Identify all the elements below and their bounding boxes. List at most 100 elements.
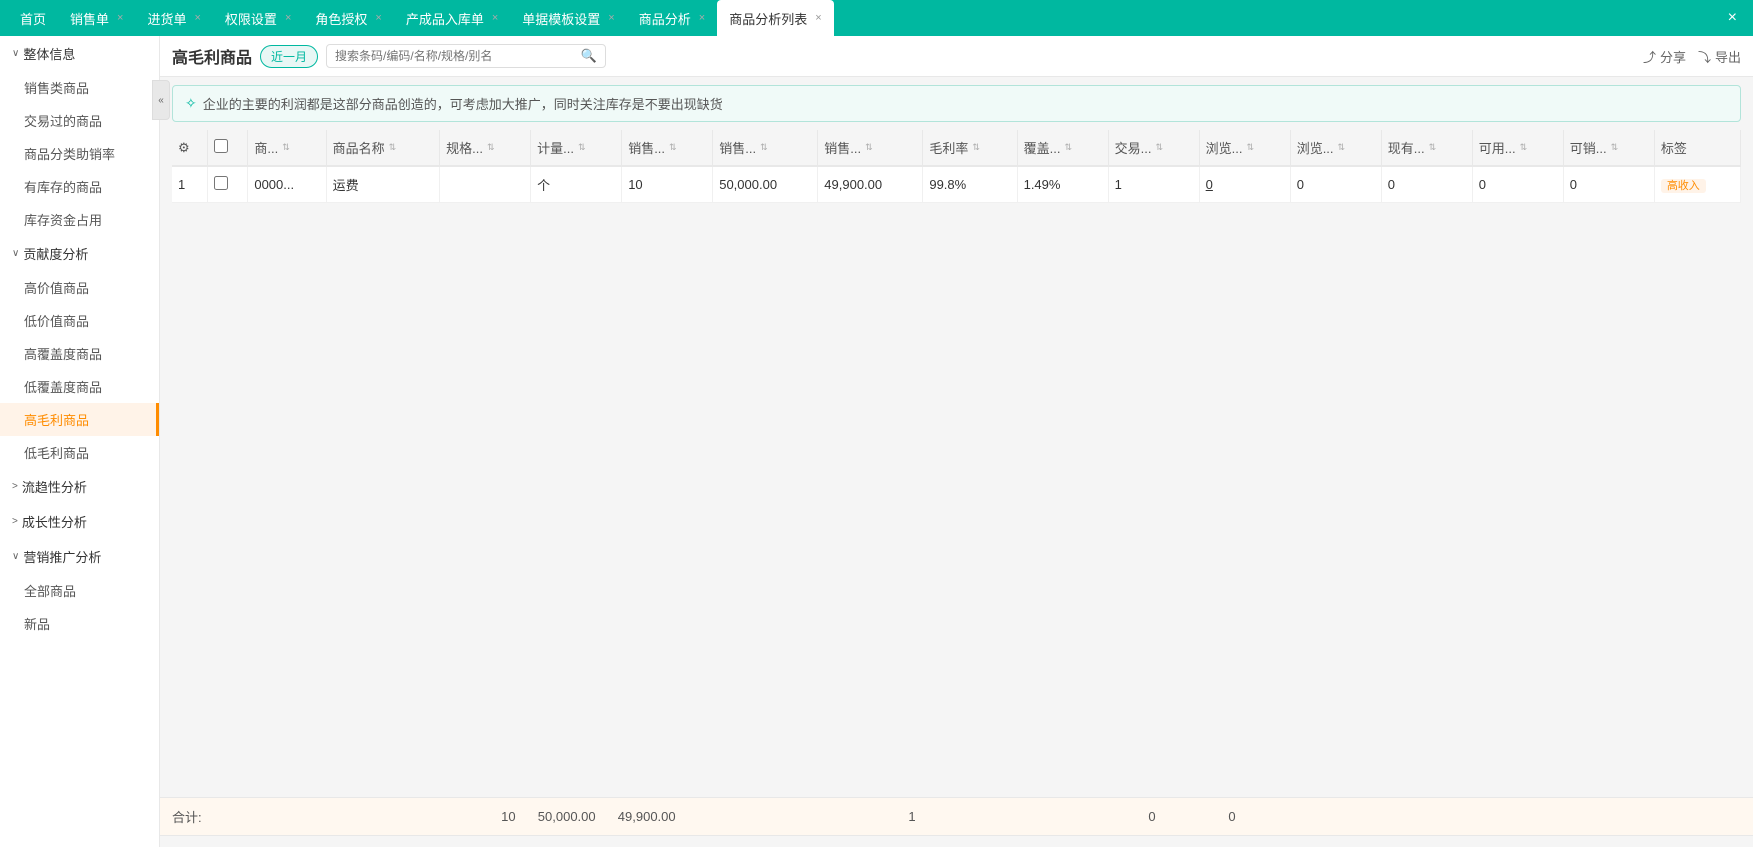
row-checkbox[interactable] bbox=[214, 176, 228, 190]
col-header-grossMargin[interactable]: 毛利率⇅ bbox=[923, 130, 1017, 166]
sidebar-collapse-button[interactable]: « bbox=[152, 80, 170, 120]
section-label: 流趋性分析 bbox=[22, 477, 87, 496]
table-row: 10000...运费个1050,000.0049,900.0099.8%1.49… bbox=[172, 166, 1741, 203]
page-title: 高毛利商品 bbox=[172, 44, 252, 68]
summary-available: 0 bbox=[1162, 809, 1242, 824]
cell-name: 运费 bbox=[326, 166, 440, 203]
cell-browse1[interactable]: 0 bbox=[1199, 166, 1290, 203]
col-header-browse1[interactable]: 浏览...⇅ bbox=[1199, 130, 1290, 166]
section-arrow-icon: ∨ bbox=[12, 248, 19, 259]
nav-tab-商品分析[interactable]: 商品分析× bbox=[627, 0, 717, 36]
section-label: 整体信息 bbox=[23, 44, 75, 63]
nav-tab-产成品入库单[interactable]: 产成品入库单× bbox=[394, 0, 510, 36]
sidebar-item-高覆盖度商品[interactable]: 高覆盖度商品 bbox=[0, 337, 159, 370]
settings-icon[interactable]: ⚙ bbox=[178, 140, 190, 155]
tab-close-icon[interactable]: × bbox=[815, 12, 821, 24]
sidebar-section-整体信息[interactable]: ∨ 整体信息 bbox=[0, 36, 159, 71]
sidebar-item-有库存的商品[interactable]: 有库存的商品 bbox=[0, 170, 159, 203]
search-icon[interactable]: 🔍 bbox=[581, 48, 597, 64]
search-box[interactable]: 🔍 bbox=[326, 44, 606, 68]
table-container: ⚙商...⇅商品名称⇅规格...⇅计量...⇅销售...⇅销售...⇅销售...… bbox=[172, 130, 1741, 797]
nav-tab-角色授权[interactable]: 角色授权× bbox=[303, 0, 393, 36]
close-all-button[interactable]: × bbox=[1720, 9, 1745, 27]
sort-icon: ⇅ bbox=[1520, 142, 1528, 153]
nav-tab-首页[interactable]: 首页 bbox=[8, 0, 58, 36]
search-input[interactable] bbox=[335, 49, 581, 63]
nav-tab-进货单[interactable]: 进货单× bbox=[135, 0, 212, 36]
col-header-coverage[interactable]: 覆盖...⇅ bbox=[1017, 130, 1108, 166]
summary-current: 0 bbox=[1082, 809, 1162, 824]
cell-transaction: 1 bbox=[1108, 166, 1199, 203]
sidebar-section-营销推广分析[interactable]: ∨营销推广分析 bbox=[0, 539, 159, 574]
sidebar-item-商品分类助销率[interactable]: 商品分类助销率 bbox=[0, 137, 159, 170]
summary-bar: 合计: 10 50,000.00 49,900.00 1 0 0 bbox=[160, 797, 1753, 835]
sidebar-item-新品[interactable]: 新品 bbox=[0, 607, 159, 640]
col-header-salesProfit[interactable]: 销售...⇅ bbox=[818, 130, 923, 166]
tab-close-icon[interactable]: × bbox=[117, 12, 123, 24]
sidebar-item-全部商品[interactable]: 全部商品 bbox=[0, 574, 159, 607]
col-header-saleable[interactable]: 可销...⇅ bbox=[1563, 130, 1654, 166]
sidebar-item-高价值商品[interactable]: 高价值商品 bbox=[0, 271, 159, 304]
summary-sales-profit: 49,900.00 bbox=[602, 809, 682, 824]
sidebar-item-低覆盖度商品[interactable]: 低覆盖度商品 bbox=[0, 370, 159, 403]
summary-browse1 bbox=[922, 809, 1002, 824]
col-header-salesAmt[interactable]: 销售...⇅ bbox=[713, 130, 818, 166]
col-header-name[interactable]: 商品名称⇅ bbox=[326, 130, 440, 166]
cell-coverage: 1.49% bbox=[1017, 166, 1108, 203]
cell-current: 0 bbox=[1381, 166, 1472, 203]
sidebar-item-高毛利商品[interactable]: 高毛利商品 bbox=[0, 403, 159, 436]
col-header-current[interactable]: 现有...⇅ bbox=[1381, 130, 1472, 166]
sort-icon: ⇅ bbox=[760, 142, 768, 153]
cell-code: 0000... bbox=[248, 166, 326, 203]
sidebar-item-销售类商品[interactable]: 销售类商品 bbox=[0, 71, 159, 104]
tab-close-icon[interactable]: × bbox=[608, 12, 614, 24]
col-header-salesQty[interactable]: 销售...⇅ bbox=[622, 130, 713, 166]
tab-close-icon[interactable]: × bbox=[285, 12, 291, 24]
tab-close-icon[interactable]: × bbox=[194, 12, 200, 24]
nav-tab-销售单[interactable]: 销售单× bbox=[58, 0, 135, 36]
nav-tab-商品分析列表[interactable]: 商品分析列表× bbox=[717, 0, 833, 36]
share-button[interactable]: ⤴ 分享 bbox=[1643, 47, 1686, 66]
cell-available: 0 bbox=[1472, 166, 1563, 203]
sort-icon: ⇅ bbox=[1611, 142, 1619, 153]
col-header-unit[interactable]: 计量...⇅ bbox=[531, 130, 622, 166]
sidebar-section-流趋性分析[interactable]: >流趋性分析 bbox=[0, 469, 159, 504]
summary-transaction: 1 bbox=[842, 809, 922, 824]
sort-icon: ⇅ bbox=[1155, 142, 1163, 153]
col-header-available[interactable]: 可用...⇅ bbox=[1472, 130, 1563, 166]
section-arrow-icon: ∨ bbox=[12, 48, 19, 59]
col-header-checkbox bbox=[208, 130, 248, 166]
sort-icon: ⇅ bbox=[669, 142, 677, 153]
time-filter-近一月[interactable]: 近一月 bbox=[260, 45, 318, 68]
horizontal-scrollbar[interactable] bbox=[160, 835, 1753, 847]
col-header-code[interactable]: 商...⇅ bbox=[248, 130, 326, 166]
tag-badge: 高收入 bbox=[1661, 179, 1706, 193]
col-header-settings: ⚙ bbox=[172, 130, 208, 166]
tab-close-icon[interactable]: × bbox=[699, 12, 705, 24]
col-header-transaction[interactable]: 交易...⇅ bbox=[1108, 130, 1199, 166]
sidebar-section-贡献度分析[interactable]: ∨贡献度分析 bbox=[0, 236, 159, 271]
sort-icon: ⇅ bbox=[487, 142, 495, 153]
sidebar-item-交易过的商品[interactable]: 交易过的商品 bbox=[0, 104, 159, 137]
nav-tab-单据模板设置[interactable]: 单据模板设置× bbox=[510, 0, 626, 36]
col-header-spec[interactable]: 规格...⇅ bbox=[440, 130, 531, 166]
sort-icon: ⇅ bbox=[389, 142, 397, 153]
cell-saleable: 0 bbox=[1563, 166, 1654, 203]
export-button[interactable]: ⤵ 导出 bbox=[1698, 47, 1741, 66]
nav-tab-权限设置[interactable]: 权限设置× bbox=[213, 0, 303, 36]
cell-checkbox[interactable] bbox=[208, 166, 248, 203]
sidebar-item-低价值商品[interactable]: 低价值商品 bbox=[0, 304, 159, 337]
sort-icon: ⇅ bbox=[1247, 142, 1255, 153]
tab-close-icon[interactable]: × bbox=[492, 12, 498, 24]
col-header-browse2[interactable]: 浏览...⇅ bbox=[1290, 130, 1381, 166]
select-all-checkbox[interactable] bbox=[214, 139, 228, 153]
sidebar-item-库存资金占用[interactable]: 库存资金占用 bbox=[0, 203, 159, 236]
tab-close-icon[interactable]: × bbox=[375, 12, 381, 24]
sidebar-item-低毛利商品[interactable]: 低毛利商品 bbox=[0, 436, 159, 469]
cell-browse2: 0 bbox=[1290, 166, 1381, 203]
sort-icon: ⇅ bbox=[1338, 142, 1346, 153]
info-text: 企业的主要的利润都是这部分商品创造的，可考虑加大推广，同时关注库存是不要出现缺货 bbox=[203, 94, 723, 113]
sidebar: ∨ 整体信息销售类商品交易过的商品商品分类助销率有库存的商品库存资金占用∨贡献度分… bbox=[0, 36, 160, 847]
sidebar-section-成长性分析[interactable]: >成长性分析 bbox=[0, 504, 159, 539]
summary-gross-margin bbox=[682, 809, 762, 824]
